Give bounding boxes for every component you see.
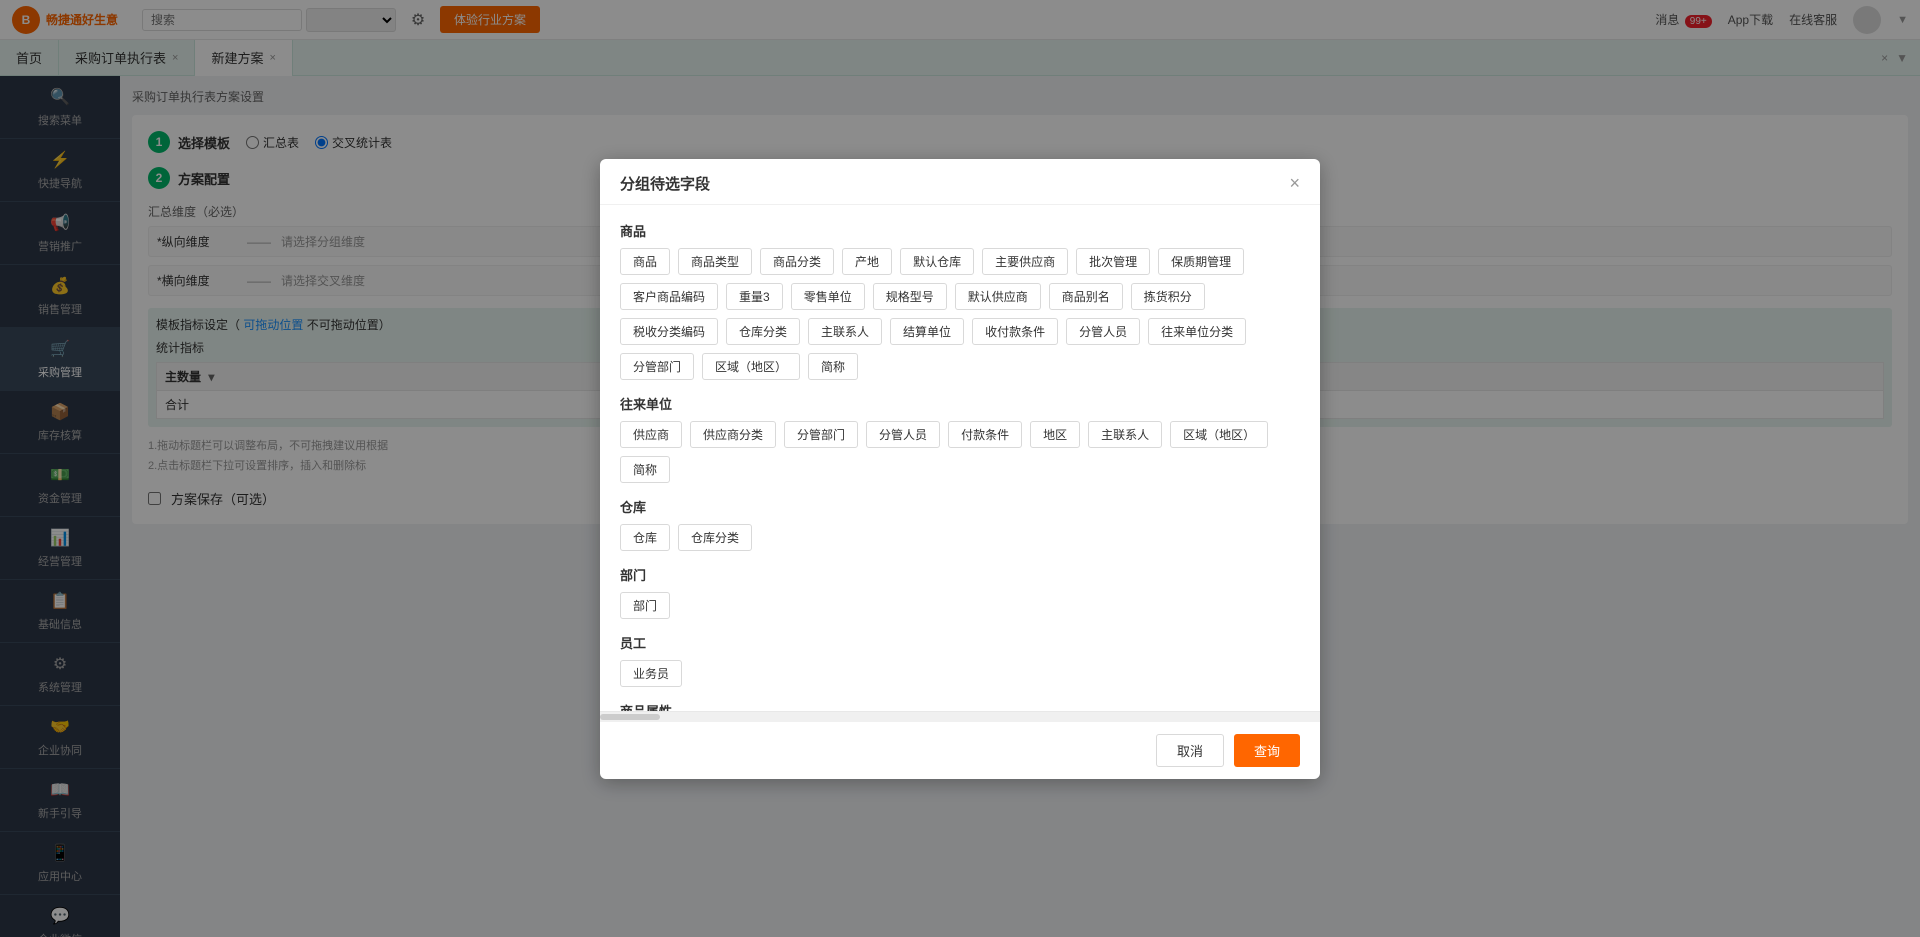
modal-overlay: 分组待选字段 × 商品 商品 商品类型 商品分类 产地 默认仓库 主要供应商 批… — [0, 0, 1920, 937]
field-tag-abbr[interactable]: 简称 — [808, 353, 858, 380]
field-tag-salesperson[interactable]: 业务员 — [620, 660, 682, 687]
field-tag-partner-region[interactable]: 区域（地区） — [1170, 421, 1268, 448]
field-tags-department: 部门 — [620, 592, 1300, 619]
field-tag-warehouse-category[interactable]: 仓库分类 — [726, 318, 800, 345]
field-tag-partner-dept[interactable]: 分管部门 — [784, 421, 858, 448]
section-title-goods: 商品 — [620, 221, 1300, 240]
field-tag-area[interactable]: 地区 — [1030, 421, 1080, 448]
field-tag-partner-contact[interactable]: 主联系人 — [1088, 421, 1162, 448]
field-tag-spec[interactable]: 规格型号 — [873, 283, 947, 310]
field-tag-tax-code[interactable]: 税收分类编码 — [620, 318, 718, 345]
field-tag-warehouse-cat[interactable]: 仓库分类 — [678, 524, 752, 551]
field-tag-payment-condition[interactable]: 付款条件 — [948, 421, 1022, 448]
field-tag-batch[interactable]: 批次管理 — [1076, 248, 1150, 275]
field-tag-partner-supervisor[interactable]: 分管人员 — [866, 421, 940, 448]
field-tag-partner-abbr[interactable]: 简称 — [620, 456, 670, 483]
modal-hscroll-thumb — [600, 714, 660, 720]
section-title-employee: 员工 — [620, 633, 1300, 652]
section-title-warehouse: 仓库 — [620, 497, 1300, 516]
section-title-goods-attr: 商品属性 — [620, 701, 1300, 711]
modal-footer: 取消 查询 — [600, 721, 1320, 779]
field-tag-supplier-category[interactable]: 供应商分类 — [690, 421, 776, 448]
section-title-partner: 往来单位 — [620, 394, 1300, 413]
modal-box: 分组待选字段 × 商品 商品 商品类型 商品分类 产地 默认仓库 主要供应商 批… — [600, 159, 1320, 779]
modal-title: 分组待选字段 — [620, 173, 710, 194]
field-tag-supervisor[interactable]: 分管人员 — [1066, 318, 1140, 345]
field-tags-employee: 业务员 — [620, 660, 1300, 687]
field-tag-warehouse[interactable]: 仓库 — [620, 524, 670, 551]
field-tag-origin[interactable]: 产地 — [842, 248, 892, 275]
field-tag-weight[interactable]: 重量3 — [726, 283, 783, 310]
field-tag-expiry[interactable]: 保质期管理 — [1158, 248, 1244, 275]
field-tag-pick-score[interactable]: 拣货积分 — [1131, 283, 1205, 310]
field-tag-goods-type[interactable]: 商品类型 — [678, 248, 752, 275]
field-tag-goods-alias[interactable]: 商品别名 — [1049, 283, 1123, 310]
modal-body: 商品 商品 商品类型 商品分类 产地 默认仓库 主要供应商 批次管理 保质期管理… — [600, 205, 1320, 711]
field-tag-settlement-unit[interactable]: 结算单位 — [890, 318, 964, 345]
field-tag-default-supplier[interactable]: 默认供应商 — [955, 283, 1041, 310]
field-tag-region[interactable]: 区域（地区） — [702, 353, 800, 380]
field-tag-dept[interactable]: 分管部门 — [620, 353, 694, 380]
field-tag-department[interactable]: 部门 — [620, 592, 670, 619]
field-tag-goods-category[interactable]: 商品分类 — [760, 248, 834, 275]
field-tag-main-supplier[interactable]: 主要供应商 — [982, 248, 1068, 275]
field-tags-partner: 供应商 供应商分类 分管部门 分管人员 付款条件 地区 主联系人 区域（地区） … — [620, 421, 1300, 483]
field-tag-payment-terms[interactable]: 收付款条件 — [972, 318, 1058, 345]
field-tag-customer-code[interactable]: 客户商品编码 — [620, 283, 718, 310]
modal-header: 分组待选字段 × — [600, 159, 1320, 205]
modal-close-button[interactable]: × — [1289, 174, 1300, 192]
field-tag-partner-category[interactable]: 往来单位分类 — [1148, 318, 1246, 345]
field-tags-goods: 商品 商品类型 商品分类 产地 默认仓库 主要供应商 批次管理 保质期管理 客户… — [620, 248, 1300, 380]
field-tag-retail-unit[interactable]: 零售单位 — [791, 283, 865, 310]
cancel-button[interactable]: 取消 — [1156, 734, 1224, 767]
field-tags-warehouse: 仓库 仓库分类 — [620, 524, 1300, 551]
field-tag-default-warehouse[interactable]: 默认仓库 — [900, 248, 974, 275]
field-tag-goods[interactable]: 商品 — [620, 248, 670, 275]
field-tag-main-contact[interactable]: 主联系人 — [808, 318, 882, 345]
field-tag-supplier[interactable]: 供应商 — [620, 421, 682, 448]
section-title-department: 部门 — [620, 565, 1300, 584]
modal-horizontal-scrollbar[interactable] — [600, 711, 1320, 721]
confirm-button[interactable]: 查询 — [1234, 734, 1300, 767]
